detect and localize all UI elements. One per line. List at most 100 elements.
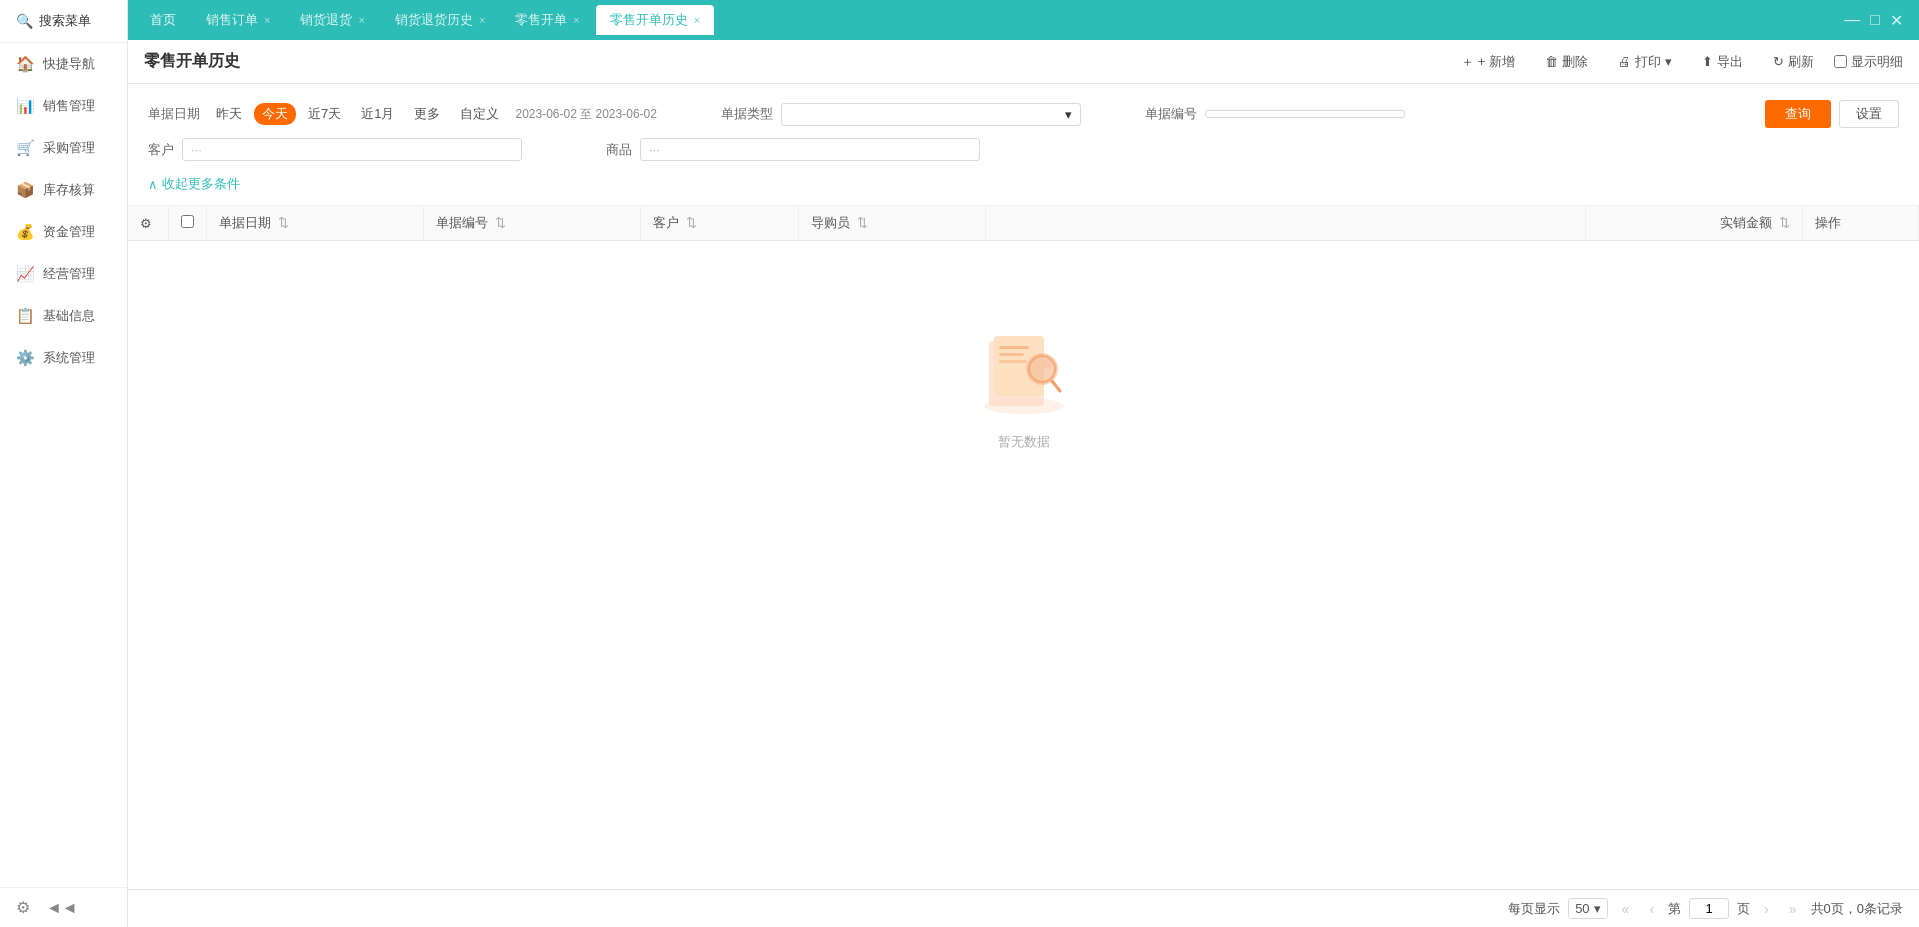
toolbar: 零售开单历史 ＋ + 新增 🗑 删除 🖨 打印 ▾ ⬆ 导出 ↻ 刷新 (128, 40, 1919, 84)
collapse-icon[interactable]: ◄◄ (46, 899, 78, 917)
th-date[interactable]: 单据日期 ⇅ (206, 206, 423, 241)
product-dots: ··· (649, 142, 660, 157)
doc-icon: 📋 (16, 307, 35, 325)
empty-text: 暂无数据 (998, 433, 1050, 451)
date-last-month-btn[interactable]: 近1月 (353, 103, 402, 125)
sidebar-item-operations[interactable]: 📈 经营管理 (0, 253, 127, 295)
main-area: 首页 销售订单 × 销货退货 × 销货退货历史 × 零售开单 × 零售开单历史 … (128, 0, 1919, 927)
tab-home[interactable]: 首页 (136, 5, 190, 35)
display-detail-checkbox[interactable] (1834, 55, 1847, 68)
sidebar-item-label: 基础信息 (43, 307, 95, 325)
tab-sales-order[interactable]: 销售订单 × (192, 5, 284, 35)
order-type-label: 单据类型 (721, 105, 773, 123)
tab-sales-return-label: 销货退货 (300, 11, 352, 29)
next-page-btn[interactable]: › (1758, 899, 1775, 919)
th-settings[interactable]: ⚙ (128, 206, 168, 241)
sidebar-item-sales-mgmt[interactable]: 📊 销售管理 (0, 85, 127, 127)
tab-sales-return-history-close[interactable]: × (479, 14, 485, 26)
tab-sales-order-close[interactable]: × (264, 14, 270, 26)
export-button[interactable]: ⬆ 导出 (1692, 49, 1753, 75)
page-label-post: 页 (1737, 900, 1750, 918)
tab-sales-return[interactable]: 销货退货 × (286, 5, 378, 35)
total-text: 共0页，0条记录 (1811, 900, 1903, 918)
prev-page-btn[interactable]: ‹ (1643, 899, 1660, 919)
select-all-checkbox[interactable] (181, 215, 194, 228)
window-minimize[interactable]: — (1844, 11, 1860, 29)
page-title: 零售开单历史 (144, 51, 240, 72)
th-customer-sort[interactable]: ⇅ (686, 215, 697, 230)
date-filter-item: 单据日期 昨天 今天 近7天 近1月 更多 自定义 2023-06-02 至 2… (148, 103, 657, 125)
th-guide[interactable]: 导购员 ⇅ (798, 206, 986, 241)
print-dropdown-icon: ▾ (1665, 54, 1672, 69)
add-icon: ＋ (1461, 53, 1474, 71)
settings-icon[interactable]: ⚙ (16, 898, 30, 917)
th-order-no[interactable]: 单据编号 ⇅ (423, 206, 640, 241)
add-button[interactable]: ＋ + 新增 (1451, 49, 1525, 75)
sidebar-item-label: 系统管理 (43, 349, 95, 367)
tab-retail-open-close[interactable]: × (573, 14, 579, 26)
sidebar-item-basic-info[interactable]: 📋 基础信息 (0, 295, 127, 337)
sidebar-item-finance[interactable]: 💰 资金管理 (0, 211, 127, 253)
date-today-btn[interactable]: 今天 (254, 103, 296, 125)
th-date-sort[interactable]: ⇅ (278, 215, 289, 230)
sidebar-search[interactable]: 🔍 搜索菜单 (0, 0, 127, 43)
content-area: 单据日期 昨天 今天 近7天 近1月 更多 自定义 2023-06-02 至 2… (128, 84, 1919, 927)
table-header: ⚙ 单据日期 ⇅ 单据编号 ⇅ 客户 ⇅ (128, 206, 1919, 241)
tab-retail-open[interactable]: 零售开单 × (501, 5, 593, 35)
delete-button[interactable]: 🗑 删除 (1535, 49, 1598, 75)
th-action-label: 操作 (1815, 215, 1841, 230)
th-customer[interactable]: 客户 ⇅ (640, 206, 798, 241)
empty-illustration (964, 321, 1084, 421)
order-type-select[interactable]: ▾ (781, 103, 1081, 126)
order-no-label: 单据编号 (1145, 105, 1197, 123)
export-icon: ⬆ (1702, 54, 1713, 69)
tab-retail-open-history-close[interactable]: × (694, 14, 700, 26)
collapse-more-btn[interactable]: ∧ 收起更多条件 (148, 171, 1899, 197)
setting-button[interactable]: 设置 (1839, 100, 1899, 128)
th-amount-label: 实销金额 (1720, 215, 1772, 230)
per-page-label: 每页显示 (1508, 900, 1560, 918)
date-filter-label: 单据日期 (148, 105, 200, 123)
date-last7-btn[interactable]: 近7天 (300, 103, 349, 125)
sidebar-item-purchase-mgmt[interactable]: 🛒 采购管理 (0, 127, 127, 169)
order-no-filter: 单据编号 (1145, 105, 1405, 123)
customer-input[interactable]: ··· (182, 138, 522, 161)
sidebar-item-label: 销售管理 (43, 97, 95, 115)
tab-retail-open-history-label: 零售开单历史 (610, 11, 688, 29)
sidebar-item-sys-mgmt[interactable]: ⚙️ 系统管理 (0, 337, 127, 379)
search-icon: 🔍 (16, 13, 33, 29)
page-input[interactable] (1689, 898, 1729, 919)
window-close[interactable]: ✕ (1890, 11, 1903, 30)
product-input[interactable]: ··· (640, 138, 980, 161)
last-page-btn[interactable]: » (1783, 899, 1803, 919)
date-custom-btn[interactable]: 自定义 (452, 103, 507, 125)
per-page-dropdown-icon: ▾ (1594, 901, 1601, 916)
th-checkbox[interactable] (168, 206, 206, 241)
th-order-no-sort[interactable]: ⇅ (495, 215, 506, 230)
first-page-btn[interactable]: « (1616, 899, 1636, 919)
date-yesterday-btn[interactable]: 昨天 (208, 103, 250, 125)
query-button[interactable]: 查询 (1765, 100, 1831, 128)
order-type-dropdown-icon: ▾ (1065, 107, 1072, 122)
window-maximize[interactable]: □ (1870, 11, 1880, 29)
tab-sales-return-history[interactable]: 销货退货历史 × (381, 5, 499, 35)
filter-row-1: 单据日期 昨天 今天 近7天 近1月 更多 自定义 2023-06-02 至 2… (148, 100, 1899, 128)
th-guide-label: 导购员 (811, 215, 850, 230)
refresh-button[interactable]: ↻ 刷新 (1763, 49, 1824, 75)
order-no-input[interactable] (1205, 110, 1405, 118)
sidebar-item-inventory[interactable]: 📦 库存核算 (0, 169, 127, 211)
th-amount[interactable]: 实销金额 ⇅ (1586, 206, 1803, 241)
tab-sales-return-close[interactable]: × (358, 14, 364, 26)
customer-dots: ··· (191, 142, 202, 157)
date-range: 2023-06-02 至 2023-06-02 (515, 106, 656, 123)
th-guide-sort[interactable]: ⇅ (857, 215, 868, 230)
date-more-btn[interactable]: 更多 (406, 103, 448, 125)
sidebar-item-quick-nav[interactable]: 🏠 快捷导航 (0, 43, 127, 85)
display-detail-toggle[interactable]: 显示明细 (1834, 53, 1903, 71)
print-button[interactable]: 🖨 打印 ▾ (1608, 49, 1682, 75)
tab-retail-open-history[interactable]: 零售开单历史 × (596, 5, 714, 35)
th-amount-sort[interactable]: ⇅ (1779, 215, 1790, 230)
sidebar: 🔍 搜索菜单 🏠 快捷导航 📊 销售管理 🛒 采购管理 📦 库存核算 💰 资金管… (0, 0, 128, 927)
display-detail-label: 显示明细 (1851, 53, 1903, 71)
per-page-select[interactable]: 50 ▾ (1568, 898, 1607, 919)
